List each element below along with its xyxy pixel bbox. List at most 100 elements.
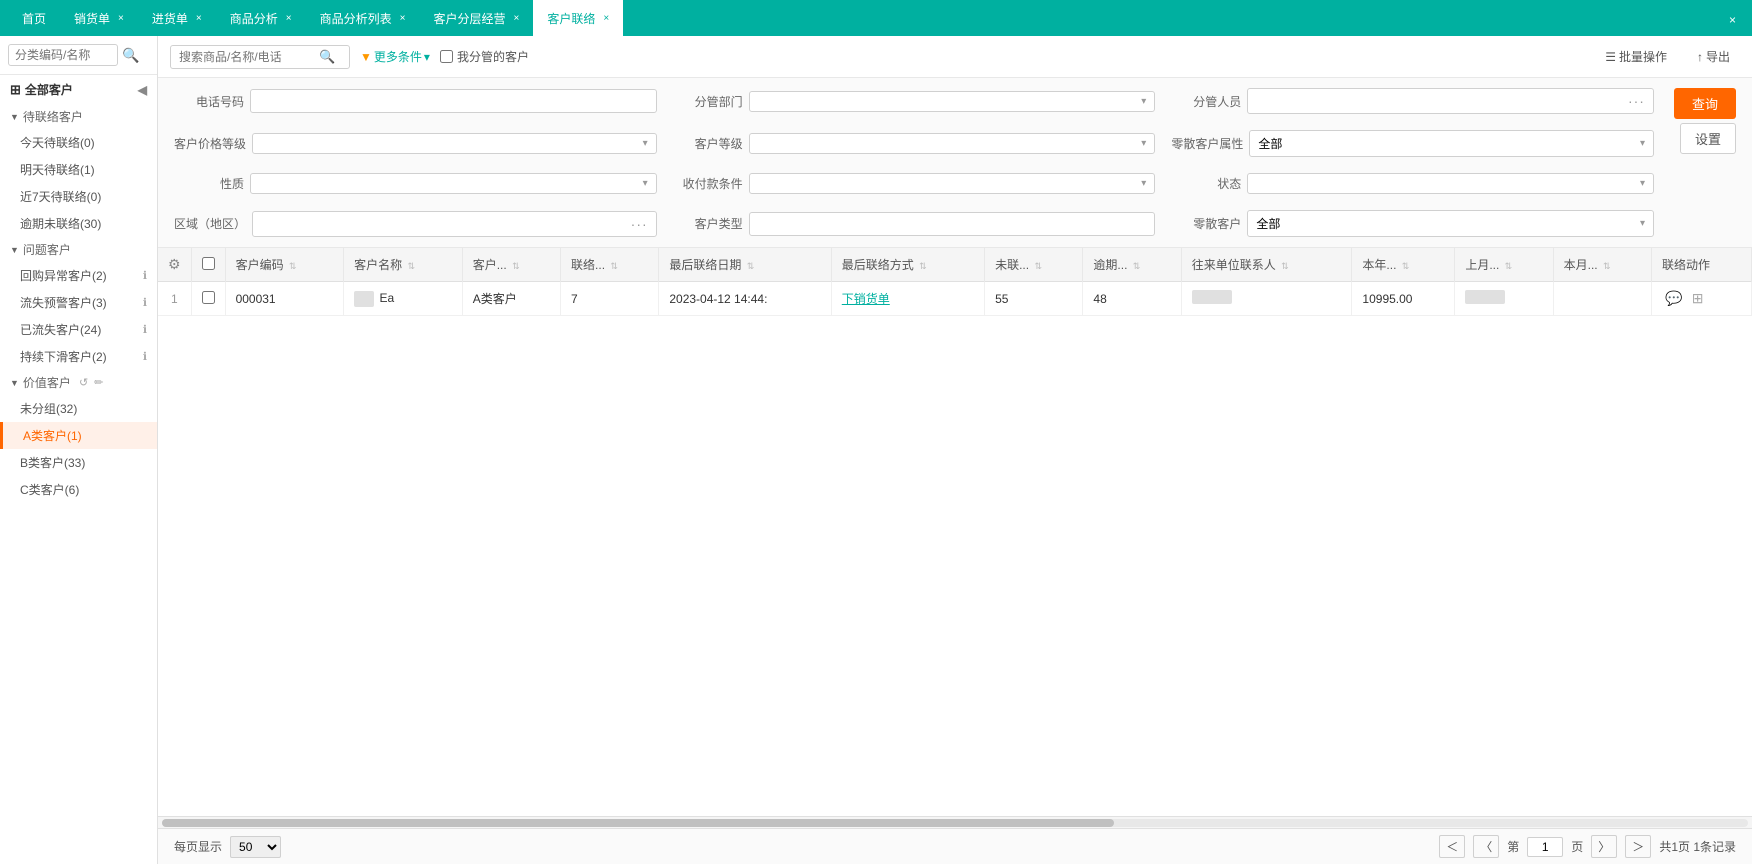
refresh-icon[interactable]: ↺ [79, 376, 88, 389]
close-customer-contact-icon[interactable]: × [603, 13, 609, 24]
col-last-contact-method: 最后联络方式 ⇅ [831, 248, 984, 282]
sidebar-item-a-class[interactable]: A类客户(1) [0, 422, 157, 449]
sidebar-search-input[interactable] [8, 44, 118, 66]
nature-select[interactable]: ▾ [250, 173, 657, 194]
last-page-button[interactable]: ＞ [1625, 835, 1651, 858]
last-method-link[interactable]: 下销货单 [842, 292, 890, 306]
sidebar-collapse-icon[interactable]: ◀ [138, 83, 147, 97]
grid-action-icon[interactable]: ⊞ [1692, 290, 1704, 306]
footer-pagination: 每页显示 50 100 200 ＜ 〈 第 页 〉 ＞ 共1页 1条记录 [158, 828, 1752, 864]
close-purchase-icon[interactable]: × [196, 13, 202, 24]
row-checkbox[interactable] [202, 291, 215, 304]
sidebar-item-tomorrow-pending[interactable]: 明天待联络(1) [0, 156, 157, 183]
sidebar-item-c-class[interactable]: C类客户(6) [0, 476, 157, 503]
sort-icon-last-method[interactable]: ⇅ [919, 261, 927, 271]
sidebar-item-ungrouped[interactable]: 未分组(32) [0, 395, 157, 422]
manager-filter: 分管人员 ··· [1171, 88, 1654, 114]
settings-button[interactable]: 设置 [1680, 123, 1736, 154]
data-table: ⚙ 客户编码 ⇅ 客户名称 ⇅ [158, 248, 1752, 316]
col-unit-contact: 往来单位联系人 ⇅ [1181, 248, 1352, 282]
nav-item-customer-segment[interactable]: 客户分层经营 × [419, 0, 533, 36]
retail-attr-filter: 零散客户属性 全部 ▾ [1171, 130, 1654, 157]
all-customers-header[interactable]: ⊞ 全部客户 ◀ [0, 75, 157, 104]
nav-item-purchase[interactable]: 进货单 × [138, 0, 216, 36]
row-overdue-cell: 48 [1083, 282, 1181, 316]
page-number-input[interactable] [1527, 837, 1563, 857]
horizontal-scrollbar[interactable] [158, 816, 1752, 828]
first-page-button[interactable]: ＜ [1439, 835, 1465, 858]
unit-contact-placeholder [1192, 290, 1232, 304]
search-input[interactable] [179, 50, 319, 64]
sidebar-item-declining[interactable]: 持续下滑客户(2) ℹ [0, 343, 157, 370]
batch-operation-button[interactable]: ☰ 批量操作 [1595, 44, 1677, 69]
retail-customer-select[interactable]: 全部 ▾ [1247, 210, 1654, 237]
nav-item-customer-contact[interactable]: 客户联络 × [533, 0, 623, 36]
advanced-filters-panel: 电话号码 分管部门 ▾ 分管人员 [158, 78, 1752, 248]
close-product-analysis-icon[interactable]: × [286, 13, 292, 24]
phone-input[interactable] [250, 89, 657, 113]
close-product-analysis-list-icon[interactable]: × [400, 13, 406, 24]
sort-icon-overdue[interactable]: ⇅ [1133, 261, 1141, 271]
next-page-button[interactable]: 〉 [1591, 835, 1617, 858]
sort-icon-last-month[interactable]: ⇅ [1505, 261, 1513, 271]
edit-icon[interactable]: ✏ [94, 376, 103, 389]
price-level-select[interactable]: ▾ [252, 133, 657, 154]
nav-item-product-analysis[interactable]: 商品分析 × [216, 0, 306, 36]
nav-item-product-analysis-list[interactable]: 商品分析列表 × [306, 0, 420, 36]
sidebar-item-7day-pending[interactable]: 近7天待联络(0) [0, 183, 157, 210]
sort-icon-name[interactable]: ⇅ [408, 261, 416, 271]
action-buttons: 查询 设置 [1674, 88, 1736, 237]
triangle-down-icon-3: ▼ [10, 378, 19, 388]
comment-icon[interactable]: 💬 [1665, 290, 1682, 306]
more-filters-button[interactable]: ▼ 更多条件 ▾ [360, 48, 430, 65]
sort-icon-unit-contact[interactable]: ⇅ [1281, 261, 1289, 271]
col-last-month: 上月... ⇅ [1455, 248, 1553, 282]
sidebar-item-churned[interactable]: 已流失客户(24) ℹ [0, 316, 157, 343]
nav-item-home[interactable]: 首页 [8, 0, 60, 36]
scrollbar-thumb[interactable] [162, 819, 1114, 827]
manager-select[interactable]: ··· [1247, 88, 1654, 114]
retail-attr-select[interactable]: 全部 ▾ [1249, 130, 1654, 157]
close-customer-segment-icon[interactable]: × [513, 13, 519, 24]
sidebar-item-overdue-uncontacted[interactable]: 逾期未联络(30) [0, 210, 157, 237]
sidebar-item-repurchase-abnormal[interactable]: 回购异常客户(2) ℹ [0, 262, 157, 289]
problem-customers-group[interactable]: ▼ 问题客户 [0, 237, 157, 262]
sidebar-item-b-class[interactable]: B类客户(33) [0, 449, 157, 476]
col-actions: 联络动作 [1651, 248, 1751, 282]
prev-page-button[interactable]: 〈 [1473, 835, 1499, 858]
query-button[interactable]: 查询 [1674, 88, 1736, 119]
search-icon[interactable]: 🔍 [319, 49, 335, 65]
pending-contact-group[interactable]: ▼ 待联络客户 [0, 104, 157, 129]
gear-icon[interactable]: ⚙ [168, 256, 181, 272]
sidebar-item-churn-warning[interactable]: 流失预警客户(3) ℹ [0, 289, 157, 316]
region-select[interactable]: ··· [252, 211, 657, 237]
payment-filter: 收付款条件 ▾ [673, 173, 1156, 194]
sidebar-item-today-pending[interactable]: 今天待联络(0) [0, 129, 157, 156]
value-customers-group[interactable]: ▼ 价值客户 ↺ ✏ [0, 370, 157, 395]
info-icon-1: ℹ [143, 269, 147, 282]
sort-icon-last-date[interactable]: ⇅ [747, 261, 755, 271]
nav-item-sales[interactable]: 销货单 × [60, 0, 138, 36]
sort-icon-this-year[interactable]: ⇅ [1402, 261, 1410, 271]
export-button[interactable]: ↑ 导出 [1687, 44, 1740, 69]
sidebar-search-icon[interactable]: 🔍 [122, 47, 139, 64]
my-customers-check[interactable] [440, 50, 453, 63]
sort-icon-contact[interactable]: ⇅ [610, 261, 618, 271]
customer-type-input[interactable] [749, 212, 1156, 236]
info-icon-2: ℹ [143, 296, 147, 309]
dept-select[interactable]: ▾ [749, 91, 1156, 112]
sort-icon-code[interactable]: ⇅ [289, 261, 297, 271]
close-sales-icon[interactable]: × [118, 13, 124, 24]
close-all-button[interactable]: × [1721, 8, 1744, 29]
dept-filter: 分管部门 ▾ [673, 91, 1156, 112]
status-select[interactable]: ▾ [1247, 173, 1654, 194]
sort-icon-uncontacted[interactable]: ⇅ [1034, 261, 1042, 271]
payment-select[interactable]: ▾ [749, 173, 1156, 194]
sort-icon-type[interactable]: ⇅ [512, 261, 520, 271]
sort-icon-this-month[interactable]: ⇅ [1603, 261, 1611, 271]
col-gear: ⚙ [158, 248, 191, 282]
customer-level-select[interactable]: ▾ [749, 133, 1156, 154]
page-size-select[interactable]: 50 100 200 [230, 836, 281, 858]
my-customers-checkbox[interactable]: 我分管的客户 [440, 48, 529, 65]
select-all-checkbox[interactable] [202, 257, 215, 270]
